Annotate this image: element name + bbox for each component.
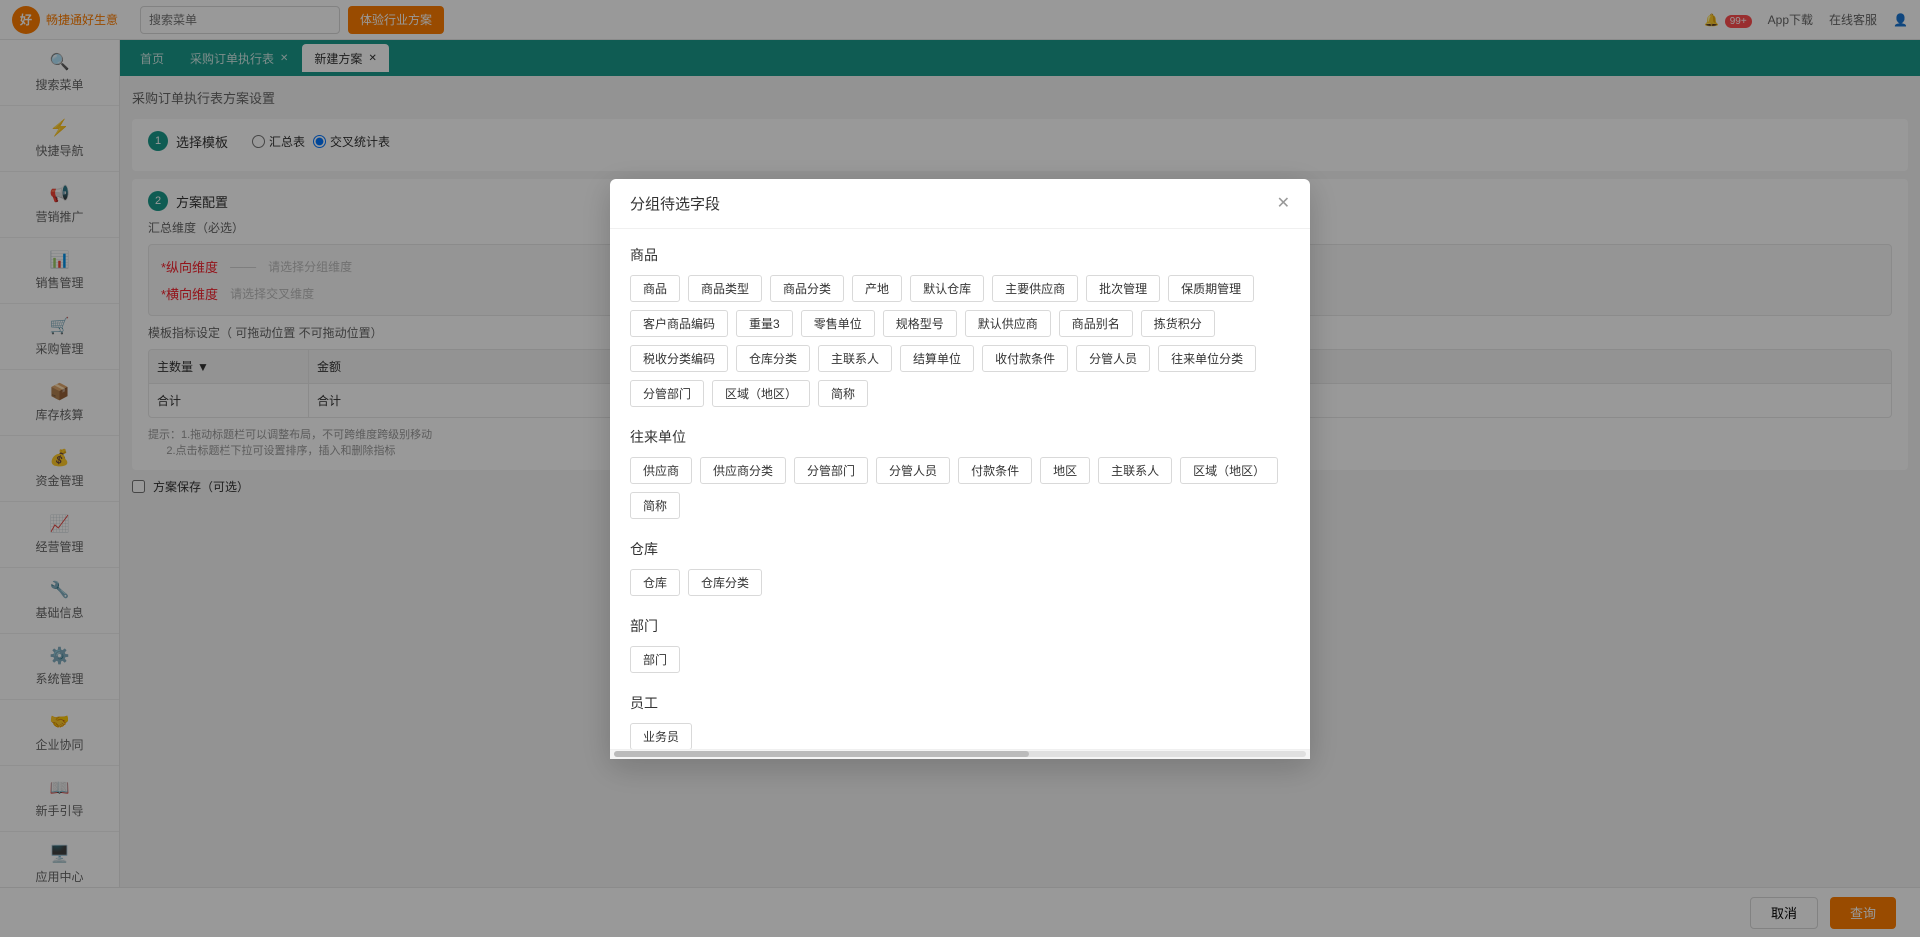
tag-partner-region[interactable]: 地区: [1040, 457, 1090, 484]
tag-origin[interactable]: 产地: [852, 275, 902, 302]
modal-body: 商品 商品 商品类型 商品分类 产地 默认仓库 主要供应商 批次管理 保质期管理…: [610, 229, 1310, 750]
tag-abbr[interactable]: 简称: [818, 380, 868, 407]
section-partner: 往来单位 供应商 供应商分类 分管部门 分管人员 付款条件 地区 主联系人 区域…: [630, 427, 1290, 519]
section-partner-title: 往来单位: [630, 427, 1290, 447]
tag-warehouse[interactable]: 仓库: [630, 569, 680, 596]
tag-partner-contact[interactable]: 主联系人: [1098, 457, 1172, 484]
modal-scroll-bar[interactable]: [610, 749, 1310, 758]
section-warehouse: 仓库 仓库 仓库分类: [630, 539, 1290, 596]
tag-pick-points[interactable]: 拣货积分: [1141, 310, 1215, 337]
tag-spec-model[interactable]: 规格型号: [883, 310, 957, 337]
section-partner-tags: 供应商 供应商分类 分管部门 分管人员 付款条件 地区 主联系人 区域（地区） …: [630, 457, 1290, 519]
tag-tax-code[interactable]: 税收分类编码: [630, 345, 728, 372]
section-dept-tags: 部门: [630, 646, 1290, 673]
modal-title: 分组待选字段: [630, 193, 720, 214]
tag-salesperson[interactable]: 业务员: [630, 723, 692, 750]
tag-partner-abbr[interactable]: 简称: [630, 492, 680, 519]
section-warehouse-tags: 仓库 仓库分类: [630, 569, 1290, 596]
tag-default-warehouse[interactable]: 默认仓库: [910, 275, 984, 302]
tag-warehouse-cat[interactable]: 仓库分类: [688, 569, 762, 596]
field-select-modal: 分组待选字段 ✕ 商品 商品 商品类型 商品分类 产地 默认仓库 主要供应商 批…: [610, 179, 1310, 759]
tag-warehouse-category[interactable]: 仓库分类: [736, 345, 810, 372]
section-employee: 员工 业务员: [630, 693, 1290, 750]
tag-goods-alias[interactable]: 商品别名: [1059, 310, 1133, 337]
tag-supplier-category[interactable]: 供应商分类: [700, 457, 786, 484]
tag-weight3[interactable]: 重量3: [736, 310, 793, 337]
modal-close-btn[interactable]: ✕: [1277, 193, 1290, 213]
section-dept-title: 部门: [630, 616, 1290, 636]
section-employee-title: 员工: [630, 693, 1290, 713]
modal-header: 分组待选字段 ✕: [610, 179, 1310, 229]
tag-main-contact[interactable]: 主联系人: [818, 345, 892, 372]
tag-main-supplier[interactable]: 主要供应商: [992, 275, 1078, 302]
tag-settlement-unit[interactable]: 结算单位: [900, 345, 974, 372]
tag-partner-area[interactable]: 区域（地区）: [1180, 457, 1278, 484]
tag-partner-payment[interactable]: 付款条件: [958, 457, 1032, 484]
tag-dept-supervisor[interactable]: 分管部门: [630, 380, 704, 407]
tag-retail-unit[interactable]: 零售单位: [801, 310, 875, 337]
section-goods-tags: 商品 商品类型 商品分类 产地 默认仓库 主要供应商 批次管理 保质期管理 客户…: [630, 275, 1290, 407]
tag-customer-goods-code[interactable]: 客户商品编码: [630, 310, 728, 337]
tag-payment-terms[interactable]: 收付款条件: [982, 345, 1068, 372]
section-goods-title: 商品: [630, 245, 1290, 265]
modal-overlay: 分组待选字段 ✕ 商品 商品 商品类型 商品分类 产地 默认仓库 主要供应商 批…: [0, 0, 1920, 937]
tag-partner-dept[interactable]: 分管部门: [794, 457, 868, 484]
tag-supplier[interactable]: 供应商: [630, 457, 692, 484]
tag-region[interactable]: 区域（地区）: [712, 380, 810, 407]
section-goods: 商品 商品 商品类型 商品分类 产地 默认仓库 主要供应商 批次管理 保质期管理…: [630, 245, 1290, 407]
section-employee-tags: 业务员: [630, 723, 1290, 750]
section-warehouse-title: 仓库: [630, 539, 1290, 559]
tag-default-supplier[interactable]: 默认供应商: [965, 310, 1051, 337]
section-dept: 部门 部门: [630, 616, 1290, 673]
tag-partner-supervisor[interactable]: 分管人员: [876, 457, 950, 484]
tag-shelf-life[interactable]: 保质期管理: [1168, 275, 1254, 302]
tag-batch-mgmt[interactable]: 批次管理: [1086, 275, 1160, 302]
tag-goods[interactable]: 商品: [630, 275, 680, 302]
tag-supervisor[interactable]: 分管人员: [1076, 345, 1150, 372]
tag-dept[interactable]: 部门: [630, 646, 680, 673]
tag-goods-category[interactable]: 商品分类: [770, 275, 844, 302]
tag-goods-type[interactable]: 商品类型: [688, 275, 762, 302]
tag-counterpart-category[interactable]: 往来单位分类: [1158, 345, 1256, 372]
